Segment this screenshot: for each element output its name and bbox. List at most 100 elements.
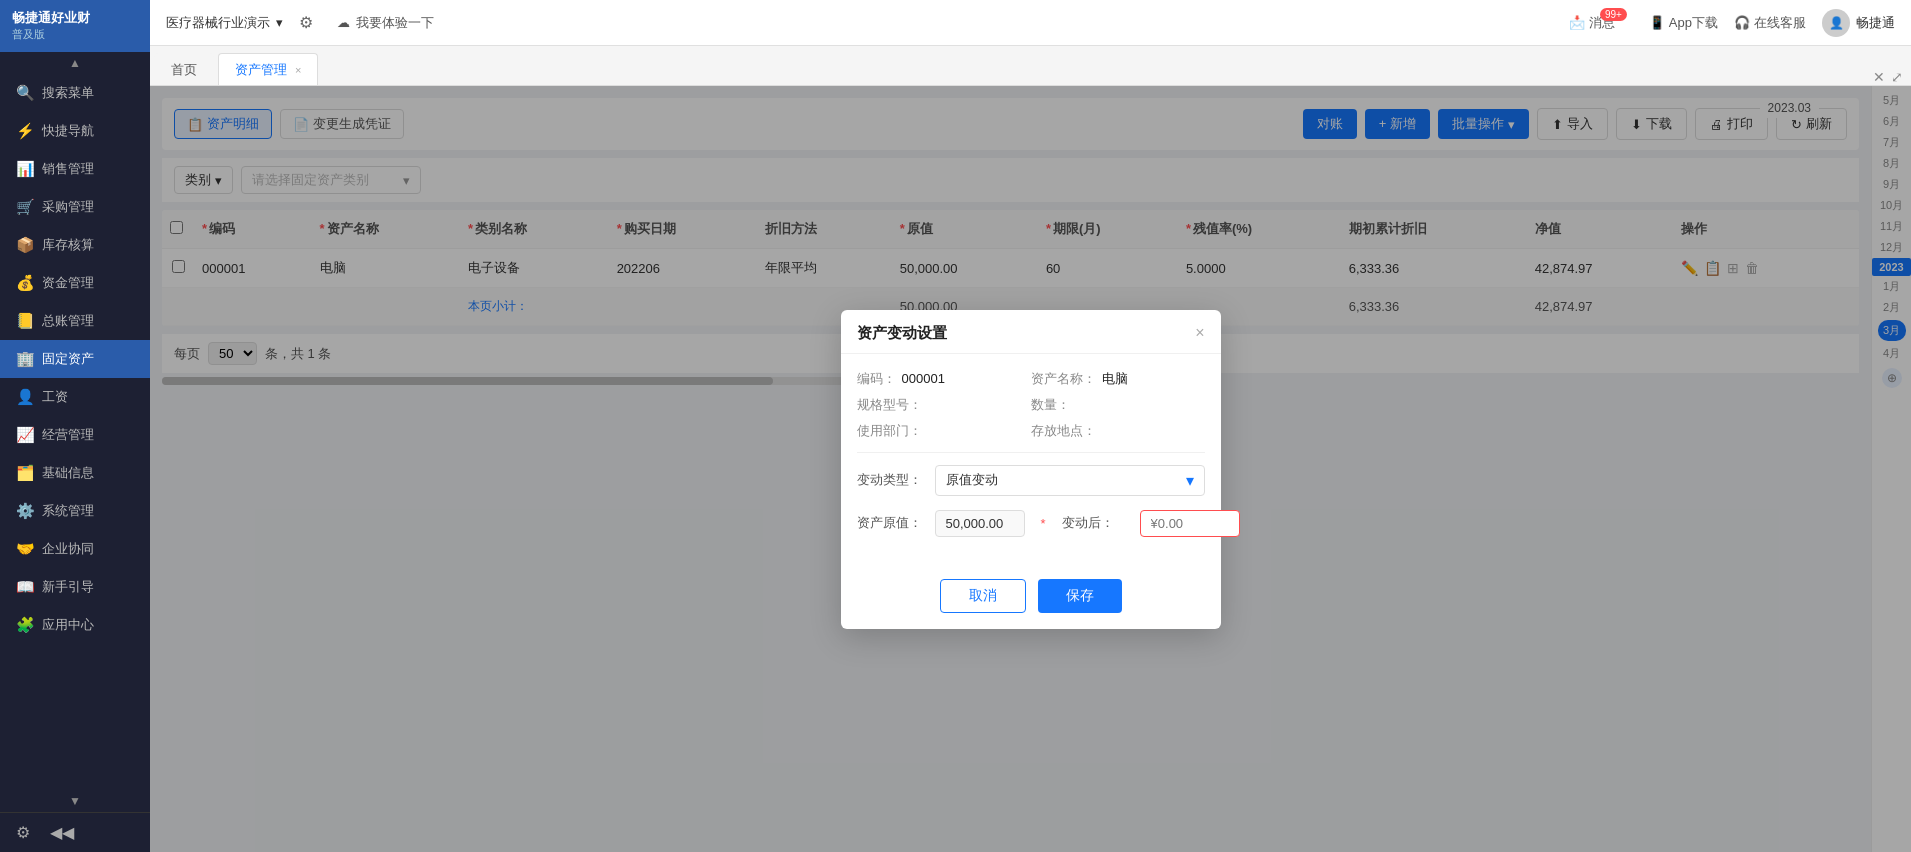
sidebar-item-label: 资金管理 (42, 274, 94, 292)
sidebar-menu: 🔍 搜索菜单 ⚡ 快捷导航 📊 销售管理 🛒 采购管理 📦 库存核算 💰 资金管… (0, 74, 150, 790)
sidebar-item-apps[interactable]: 🧩 应用中心 (0, 606, 150, 644)
tab-asset-management[interactable]: 资产管理 × (218, 53, 318, 85)
service-label: 在线客服 (1754, 14, 1806, 32)
location-label: 存放地点： (1031, 422, 1096, 440)
sidebar-item-guide[interactable]: 📖 新手引导 (0, 568, 150, 606)
info-location: 存放地点： (1031, 422, 1205, 440)
user-area[interactable]: 👤 畅捷通 (1822, 9, 1895, 37)
sidebar-item-collaboration[interactable]: 🤝 企业协同 (0, 530, 150, 568)
sidebar-item-search[interactable]: 🔍 搜索菜单 (0, 74, 150, 112)
value-row: 资产原值： 50,000.00 * 变动后： (857, 510, 1205, 537)
sidebar-scroll-up[interactable]: ▲ (0, 52, 150, 74)
sidebar-item-fixed-assets[interactable]: 🏢 固定资产 (0, 340, 150, 378)
after-change-label: 变动后： (1062, 514, 1132, 532)
after-change-input[interactable] (1140, 510, 1240, 537)
basic-info-icon: 🗂️ (16, 464, 34, 482)
message-button[interactable]: 📩 消息 99+ (1569, 14, 1615, 32)
avatar: 👤 (1822, 9, 1850, 37)
app-download-button[interactable]: 📱 App下载 (1649, 14, 1718, 32)
main-container: 医疗器械行业演示 ▾ ⚙ ☁ 我要体验一下 📩 消息 99+ 📱 App下载 🎧… (150, 0, 1911, 852)
sidebar-item-label: 基础信息 (42, 464, 94, 482)
sidebar-item-basic-info[interactable]: 🗂️ 基础信息 (0, 454, 150, 492)
topbar-right: 📩 消息 99+ 📱 App下载 🎧 在线客服 👤 畅捷通 (1569, 9, 1895, 37)
sidebar-item-label: 搜索菜单 (42, 84, 94, 102)
sidebar-item-inventory[interactable]: 📦 库存核算 (0, 226, 150, 264)
sidebar-item-label: 应用中心 (42, 616, 94, 634)
asset-change-modal: 资产变动设置 × 编码： 000001 资产名称： 电脑 (841, 310, 1221, 629)
tab-maximize-icon[interactable]: ⤢ (1891, 69, 1903, 85)
modal-title: 资产变动设置 (857, 324, 947, 343)
app-name: 畅捷通好业财 (12, 10, 90, 27)
experience-button[interactable]: ☁ 我要体验一下 (337, 14, 434, 32)
sidebar-item-payroll[interactable]: 👤 工资 (0, 378, 150, 416)
tab-asset-label: 资产管理 (235, 61, 287, 79)
asset-name-label: 资产名称： (1031, 370, 1096, 388)
info-asset-name: 资产名称： 电脑 (1031, 370, 1205, 388)
info-department: 使用部门： (857, 422, 1031, 440)
message-badge: 99+ (1600, 8, 1627, 21)
sidebar-item-label: 销售管理 (42, 160, 94, 178)
tab-minimize-icon[interactable]: ✕ (1873, 69, 1885, 85)
modal-close-button[interactable]: × (1195, 324, 1204, 342)
company-selector[interactable]: 医疗器械行业演示 ▾ (166, 14, 283, 32)
fixed-assets-icon: 🏢 (16, 350, 34, 368)
sidebar-item-management[interactable]: 📈 经营管理 (0, 416, 150, 454)
sidebar-item-funds[interactable]: 💰 资金管理 (0, 264, 150, 302)
customer-service-button[interactable]: 🎧 在线客服 (1734, 14, 1806, 32)
system-icon: ⚙️ (16, 502, 34, 520)
company-dropdown-icon: ▾ (276, 15, 283, 30)
sidebar-item-purchase[interactable]: 🛒 采购管理 (0, 188, 150, 226)
sidebar-item-sales[interactable]: 📊 销售管理 (0, 150, 150, 188)
quicknav-icon: ⚡ (16, 122, 34, 140)
sidebar-item-ledger[interactable]: 📒 总账管理 (0, 302, 150, 340)
username: 畅捷通 (1856, 14, 1895, 32)
topbar-gear-icon[interactable]: ⚙ (299, 13, 313, 32)
sidebar-item-quicknav[interactable]: ⚡ 快捷导航 (0, 112, 150, 150)
change-type-select[interactable]: 原值变动 ▾ (935, 465, 1205, 496)
modal-header: 资产变动设置 × (841, 310, 1221, 354)
cancel-button[interactable]: 取消 (940, 579, 1026, 613)
management-icon: 📈 (16, 426, 34, 444)
original-value-label: 资产原值： (857, 514, 927, 532)
funds-icon: 💰 (16, 274, 34, 292)
sidebar-item-system[interactable]: ⚙️ 系统管理 (0, 492, 150, 530)
modal-overlay: 资产变动设置 × 编码： 000001 资产名称： 电脑 (150, 86, 1911, 852)
tab-close-icon[interactable]: × (295, 64, 301, 76)
inventory-icon: 📦 (16, 236, 34, 254)
modal-info-grid: 编码： 000001 资产名称： 电脑 规格型号： 数量： (857, 370, 1205, 453)
ledger-icon: 📒 (16, 312, 34, 330)
info-spec: 规格型号： (857, 396, 1031, 414)
message-icon: 📩 (1569, 15, 1585, 30)
sidebar-item-label: 快捷导航 (42, 122, 94, 140)
modal-body: 编码： 000001 资产名称： 电脑 规格型号： 数量： (841, 354, 1221, 567)
collapse-icon[interactable]: ◀◀ (50, 823, 74, 842)
service-icon: 🎧 (1734, 15, 1750, 30)
settings-icon[interactable]: ⚙ (16, 823, 30, 842)
sidebar-item-label: 经营管理 (42, 426, 94, 444)
purchase-icon: 🛒 (16, 198, 34, 216)
download-icon: 📱 (1649, 15, 1665, 30)
topbar: 医疗器械行业演示 ▾ ⚙ ☁ 我要体验一下 📩 消息 99+ 📱 App下载 🎧… (150, 0, 1911, 46)
experience-cloud-icon: ☁ (337, 15, 350, 30)
sidebar-item-label: 新手引导 (42, 578, 94, 596)
sidebar-logo: 畅捷通好业财 普及版 (0, 0, 150, 52)
sidebar-item-label: 工资 (42, 388, 68, 406)
tab-home-label: 首页 (171, 61, 197, 79)
sidebar-item-label: 库存核算 (42, 236, 94, 254)
original-value-field: 50,000.00 (935, 510, 1025, 537)
sidebar-item-label: 固定资产 (42, 350, 94, 368)
sidebar-item-label: 总账管理 (42, 312, 94, 330)
info-quantity: 数量： (1031, 396, 1205, 414)
sales-icon: 📊 (16, 160, 34, 178)
change-type-label: 变动类型： (857, 471, 927, 489)
sidebar-item-label: 系统管理 (42, 502, 94, 520)
info-code: 编码： 000001 (857, 370, 1031, 388)
change-type-row: 变动类型： 原值变动 ▾ (857, 465, 1205, 496)
save-button[interactable]: 保存 (1038, 579, 1122, 613)
department-label: 使用部门： (857, 422, 922, 440)
sidebar-scroll-down[interactable]: ▼ (0, 790, 150, 812)
payroll-icon: 👤 (16, 388, 34, 406)
tab-home[interactable]: 首页 (154, 53, 214, 85)
modal-footer: 取消 保存 (841, 567, 1221, 629)
tab-controls: ✕ ⤢ (1873, 69, 1911, 85)
